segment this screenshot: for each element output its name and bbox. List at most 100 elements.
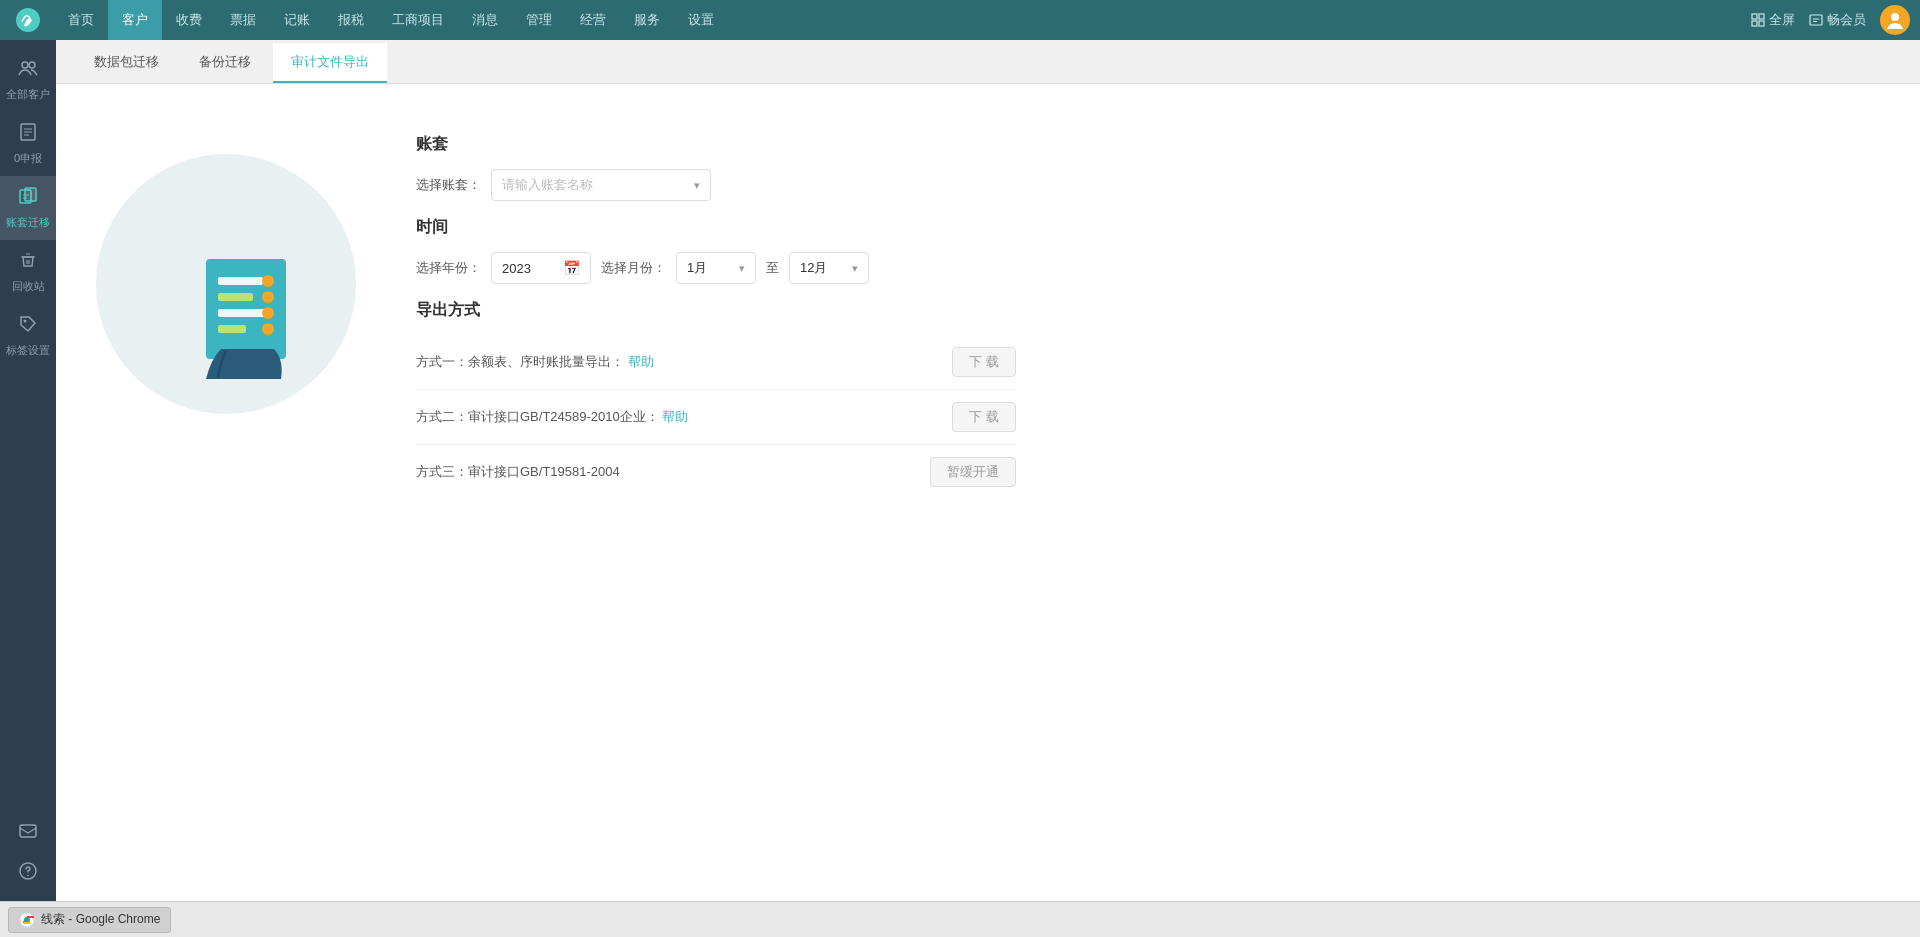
tab-data-migration[interactable]: 数据包迁移 bbox=[76, 43, 177, 83]
tab-audit-export[interactable]: 审计文件导出 bbox=[273, 43, 387, 83]
taskbar-chrome-item[interactable]: 线索 - Google Chrome bbox=[8, 907, 171, 933]
nav-operation[interactable]: 经营 bbox=[566, 0, 620, 40]
form-area: 账套 选择账套： 请输入账套名称 ▾ 时间 选择年份： 2023 📅 bbox=[416, 114, 1016, 499]
main-layout: 全部客户 0申报 账套迁移 bbox=[0, 40, 1920, 901]
user-avatar[interactable] bbox=[1880, 5, 1910, 35]
export-method-1-download-button[interactable]: 下 载 bbox=[952, 347, 1016, 377]
export-method-3-text: 方式三：审计接口GB/T19581-2004 bbox=[416, 463, 620, 481]
fullscreen-label: 全屏 bbox=[1769, 11, 1795, 29]
zero-declare-icon bbox=[18, 122, 38, 147]
nav-message[interactable]: 消息 bbox=[458, 0, 512, 40]
svg-point-12 bbox=[24, 320, 27, 323]
year-select-label: 选择年份： bbox=[416, 259, 481, 277]
member-button[interactable]: 畅会员 bbox=[1809, 11, 1866, 29]
nav-manage[interactable]: 管理 bbox=[512, 0, 566, 40]
svg-rect-4 bbox=[1759, 21, 1764, 26]
sidebar-item-zero-declare-label: 0申报 bbox=[14, 151, 42, 166]
chrome-icon bbox=[19, 912, 35, 928]
sidebar-item-tag-settings[interactable]: 标签设置 bbox=[0, 304, 56, 368]
account-select[interactable]: 请输入账套名称 ▾ bbox=[491, 169, 711, 201]
sidebar-item-tag-settings-label: 标签设置 bbox=[6, 343, 50, 358]
nav-service[interactable]: 服务 bbox=[620, 0, 674, 40]
export-method-3: 方式三：审计接口GB/T19581-2004 暂缓开通 bbox=[416, 445, 1016, 499]
nav-tax[interactable]: 报税 bbox=[324, 0, 378, 40]
dropdown-arrow-icon: ▾ bbox=[694, 179, 700, 192]
time-select-row: 选择年份： 2023 📅 选择月份： 1月 ▾ 至 12月 ▾ bbox=[416, 252, 1016, 284]
export-method-3-open-button[interactable]: 暂缓开通 bbox=[930, 457, 1016, 487]
sidebar-item-zero-declare[interactable]: 0申报 bbox=[0, 112, 56, 176]
content-area: 数据包迁移 备份迁移 审计文件导出 bbox=[56, 40, 1920, 901]
month-end-value: 12月 bbox=[800, 259, 827, 277]
left-sidebar: 全部客户 0申报 账套迁移 bbox=[0, 40, 56, 901]
nav-invoice[interactable]: 票据 bbox=[216, 0, 270, 40]
svg-rect-3 bbox=[1752, 21, 1757, 26]
sidebar-item-all-customers-label: 全部客户 bbox=[6, 87, 50, 102]
svg-point-23 bbox=[262, 307, 274, 319]
member-label: 畅会员 bbox=[1827, 11, 1866, 29]
svg-rect-19 bbox=[218, 309, 268, 317]
nav-right: 全屏 畅会员 bbox=[1751, 5, 1910, 35]
nav-home[interactable]: 首页 bbox=[54, 0, 108, 40]
export-method-1-help-link[interactable]: 帮助 bbox=[628, 354, 654, 369]
svg-rect-20 bbox=[218, 325, 246, 333]
fullscreen-button[interactable]: 全屏 bbox=[1751, 11, 1795, 29]
svg-point-24 bbox=[262, 323, 274, 335]
sidebar-item-message[interactable] bbox=[0, 811, 56, 851]
nav-bookkeeping[interactable]: 记账 bbox=[270, 0, 324, 40]
illustration-circle bbox=[96, 154, 356, 414]
top-nav: 首页 客户 收费 票据 记账 报税 工商项目 消息 管理 经营 服务 设置 全屏 bbox=[0, 0, 1920, 40]
month-select-label: 选择月份： bbox=[601, 259, 666, 277]
year-value: 2023 bbox=[502, 261, 531, 276]
svg-point-21 bbox=[262, 275, 274, 287]
month-end-select[interactable]: 12月 ▾ bbox=[789, 252, 869, 284]
sidebar-item-all-customers[interactable]: 全部客户 bbox=[0, 48, 56, 112]
sidebar-item-recycle-label: 回收站 bbox=[12, 279, 45, 294]
sidebar-item-help[interactable] bbox=[0, 851, 56, 891]
sidebar-item-account-migrate[interactable]: 账套迁移 bbox=[0, 176, 56, 240]
svg-rect-1 bbox=[1752, 14, 1757, 19]
sidebar-bottom bbox=[0, 811, 56, 901]
svg-point-6 bbox=[1891, 13, 1899, 21]
app-logo bbox=[10, 2, 46, 38]
taskbar-chrome-label: 线索 - Google Chrome bbox=[41, 911, 160, 928]
year-input[interactable]: 2023 📅 bbox=[491, 252, 591, 284]
illustration-area bbox=[96, 154, 356, 414]
export-method-1-text: 方式一：余额表、序时账批量导出： 帮助 bbox=[416, 353, 654, 371]
account-select-placeholder: 请输入账套名称 bbox=[502, 176, 593, 194]
all-customers-icon bbox=[18, 58, 38, 83]
nav-fee[interactable]: 收费 bbox=[162, 0, 216, 40]
sidebar-item-recycle[interactable]: 回收站 bbox=[0, 240, 56, 304]
svg-point-15 bbox=[27, 875, 29, 877]
month-dropdown-icon: ▾ bbox=[739, 262, 745, 275]
month-end-dropdown-icon: ▾ bbox=[852, 262, 858, 275]
month-start-value: 1月 bbox=[687, 259, 707, 277]
svg-point-22 bbox=[262, 291, 274, 303]
tag-settings-icon bbox=[18, 314, 38, 339]
export-section: 方式一：余额表、序时账批量导出： 帮助 下 载 方式二：审计接口GB/T2458… bbox=[416, 335, 1016, 499]
tabs-bar: 数据包迁移 备份迁移 审计文件导出 bbox=[56, 40, 1920, 84]
svg-rect-5 bbox=[1810, 15, 1822, 25]
nav-settings[interactable]: 设置 bbox=[674, 0, 728, 40]
time-separator: 至 bbox=[766, 259, 779, 277]
export-method-2-download-button[interactable]: 下 载 bbox=[952, 402, 1016, 432]
month-start-select[interactable]: 1月 ▾ bbox=[676, 252, 756, 284]
time-section-title: 时间 bbox=[416, 217, 1016, 238]
account-select-label: 选择账套： bbox=[416, 176, 481, 194]
nav-customer[interactable]: 客户 bbox=[108, 0, 162, 40]
svg-rect-13 bbox=[20, 825, 36, 837]
account-migrate-icon bbox=[18, 186, 38, 211]
svg-point-8 bbox=[29, 62, 35, 68]
export-method-2-help-link[interactable]: 帮助 bbox=[662, 409, 688, 424]
account-select-row: 选择账套： 请输入账套名称 ▾ bbox=[416, 169, 1016, 201]
sidebar-item-account-migrate-label: 账套迁移 bbox=[6, 215, 50, 230]
tab-backup-migration[interactable]: 备份迁移 bbox=[181, 43, 269, 83]
calendar-icon: 📅 bbox=[563, 260, 580, 276]
export-method-2: 方式二：审计接口GB/T24589-2010企业： 帮助 下 载 bbox=[416, 390, 1016, 445]
taskbar: 线索 - Google Chrome bbox=[0, 901, 1920, 937]
nav-business[interactable]: 工商项目 bbox=[378, 0, 458, 40]
nav-items: 首页 客户 收费 票据 记账 报税 工商项目 消息 管理 经营 服务 设置 bbox=[54, 0, 1751, 40]
page-content: 账套 选择账套： 请输入账套名称 ▾ 时间 选择年份： 2023 📅 bbox=[56, 84, 1920, 901]
svg-rect-2 bbox=[1759, 14, 1764, 19]
svg-rect-18 bbox=[218, 293, 253, 301]
account-section-title: 账套 bbox=[416, 134, 1016, 155]
